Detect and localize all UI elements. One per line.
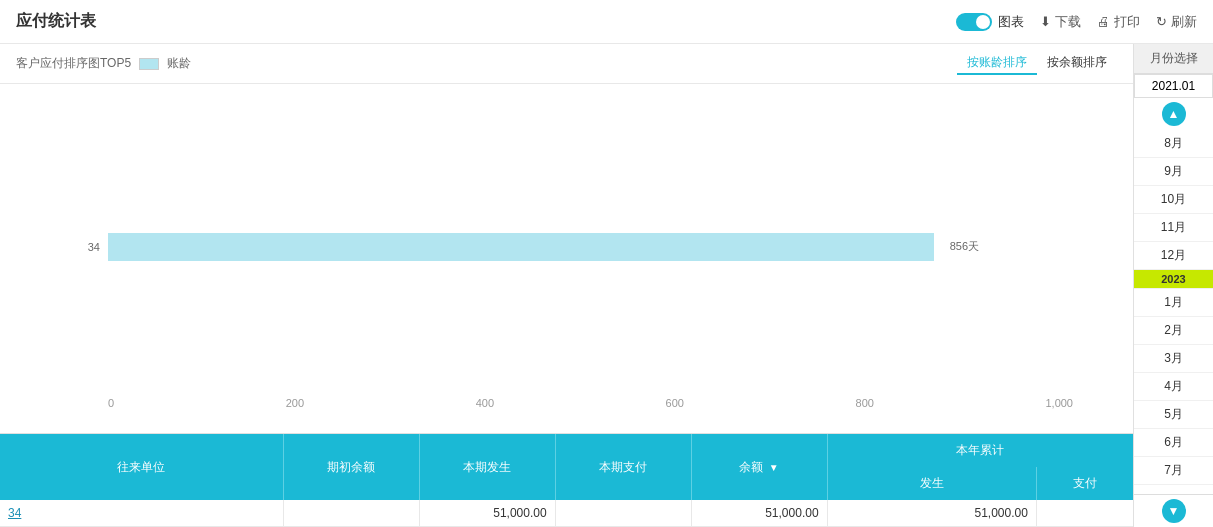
td-balance: 51,000.00 xyxy=(691,500,827,527)
data-table: 往来单位 期初余额 本期发生 本期支付 余额 ▼ 本年累计 发生 xyxy=(0,434,1133,527)
td-current-pay xyxy=(555,500,691,527)
year-label-2023[interactable]: 2023 xyxy=(1134,270,1213,289)
month-item-7[interactable]: 7月 xyxy=(1134,457,1213,485)
bar-row-label: 34 xyxy=(70,241,100,253)
x-axis-400: 400 xyxy=(476,397,494,409)
month-item-11[interactable]: 11月 xyxy=(1134,214,1213,242)
table-section: 往来单位 期初余额 本期发生 本期支付 余额 ▼ 本年累计 发生 xyxy=(0,433,1133,527)
sort-tab-balance[interactable]: 按余额排序 xyxy=(1037,52,1117,75)
print-button[interactable]: 🖨 打印 xyxy=(1097,13,1140,31)
sidebar: 月份选择 ▲ 8月 9月 10月 11月 12月 2023 1月 2月 3月 4… xyxy=(1133,44,1213,527)
x-axis-1000: 1,000 xyxy=(1045,397,1073,409)
month-item-8[interactable]: 8月 xyxy=(1134,130,1213,158)
x-axis-600: 600 xyxy=(666,397,684,409)
table-row: 34 51,000.00 51,000.00 51,000.00 xyxy=(0,500,1133,527)
td-ytd-pay xyxy=(1036,500,1133,527)
page-title: 应付统计表 xyxy=(16,11,96,32)
chart-bar-row: 34 856天 xyxy=(70,233,1073,261)
th-balance: 余额 ▼ xyxy=(691,434,827,500)
sidebar-nav-up: ▲ xyxy=(1134,98,1213,130)
balance-sort-icon[interactable]: ▼ xyxy=(769,462,779,473)
nav-up-button[interactable]: ▲ xyxy=(1162,102,1186,126)
chart-legend-label: 账龄 xyxy=(167,55,191,72)
chart-toggle-wrap[interactable]: 图表 xyxy=(956,13,1024,31)
x-axis-800: 800 xyxy=(856,397,874,409)
x-axis-200: 200 xyxy=(286,397,304,409)
month-item-6[interactable]: 6月 xyxy=(1134,429,1213,457)
legend-box xyxy=(139,58,159,70)
month-item-4[interactable]: 4月 xyxy=(1134,373,1213,401)
month-item-2[interactable]: 2月 xyxy=(1134,317,1213,345)
th-current-occur: 本期发生 xyxy=(419,434,555,500)
month-item-12[interactable]: 12月 xyxy=(1134,242,1213,270)
th-ytd-pay: 支付 xyxy=(1036,467,1133,500)
sidebar-nav-down: ▼ xyxy=(1134,494,1213,527)
download-label: 下载 xyxy=(1055,13,1081,31)
month-item-1[interactable]: 1月 xyxy=(1134,289,1213,317)
month-item-5[interactable]: 5月 xyxy=(1134,401,1213,429)
print-label: 打印 xyxy=(1114,13,1140,31)
bar-container: 856天 xyxy=(108,233,1073,261)
print-icon: 🖨 xyxy=(1097,14,1110,29)
month-list: 8月 9月 10月 11月 12月 2023 1月 2月 3月 4月 5月 6月… xyxy=(1134,130,1213,494)
bar-chart: 34 856天 xyxy=(70,104,1073,393)
year-input[interactable] xyxy=(1134,74,1213,98)
month-item-9[interactable]: 9月 xyxy=(1134,158,1213,186)
sidebar-header: 月份选择 xyxy=(1134,44,1213,74)
td-current-occur: 51,000.00 xyxy=(419,500,555,527)
download-icon: ⬇ xyxy=(1040,14,1051,29)
th-ytd-group: 本年累计 xyxy=(827,434,1133,467)
td-ytd-occur: 51,000.00 xyxy=(827,500,1036,527)
chart-header: 客户应付排序图TOP5 账龄 按账龄排序 按余额排序 xyxy=(0,44,1133,84)
bar: 856天 xyxy=(108,233,934,261)
header-actions: 图表 ⬇ 下载 🖨 打印 ↻ 刷新 xyxy=(956,13,1197,31)
refresh-icon: ↻ xyxy=(1156,14,1167,29)
th-current-pay: 本期支付 xyxy=(555,434,691,500)
download-button[interactable]: ⬇ 下载 xyxy=(1040,13,1081,31)
td-unit[interactable]: 34 xyxy=(0,500,283,527)
main-area: 客户应付排序图TOP5 账龄 按账龄排序 按余额排序 34 856天 xyxy=(0,44,1213,527)
chart-section: 客户应付排序图TOP5 账龄 按账龄排序 按余额排序 34 856天 xyxy=(0,44,1133,527)
th-ytd-occur: 发生 xyxy=(827,467,1036,500)
chart-legend: 客户应付排序图TOP5 账龄 xyxy=(16,55,191,72)
chart-toggle[interactable] xyxy=(956,13,992,31)
th-unit: 往来单位 xyxy=(0,434,283,500)
chart-area: 34 856天 0 200 400 600 800 1,00 xyxy=(0,84,1133,433)
month-item-10[interactable]: 10月 xyxy=(1134,186,1213,214)
sort-tabs: 按账龄排序 按余额排序 xyxy=(957,52,1117,75)
page-header: 应付统计表 图表 ⬇ 下载 🖨 打印 ↻ 刷新 xyxy=(0,0,1213,44)
nav-down-button[interactable]: ▼ xyxy=(1162,499,1186,523)
bar-value-label: 856天 xyxy=(950,239,979,254)
month-item-3[interactable]: 3月 xyxy=(1134,345,1213,373)
sort-tab-age[interactable]: 按账龄排序 xyxy=(957,52,1037,75)
refresh-label: 刷新 xyxy=(1171,13,1197,31)
td-opening xyxy=(283,500,419,527)
x-axis: 0 200 400 600 800 1,000 xyxy=(70,393,1073,409)
refresh-button[interactable]: ↻ 刷新 xyxy=(1156,13,1197,31)
chart-legend-title: 客户应付排序图TOP5 xyxy=(16,55,131,72)
chart-toggle-label: 图表 xyxy=(998,13,1024,31)
x-axis-0: 0 xyxy=(108,397,114,409)
th-opening: 期初余额 xyxy=(283,434,419,500)
